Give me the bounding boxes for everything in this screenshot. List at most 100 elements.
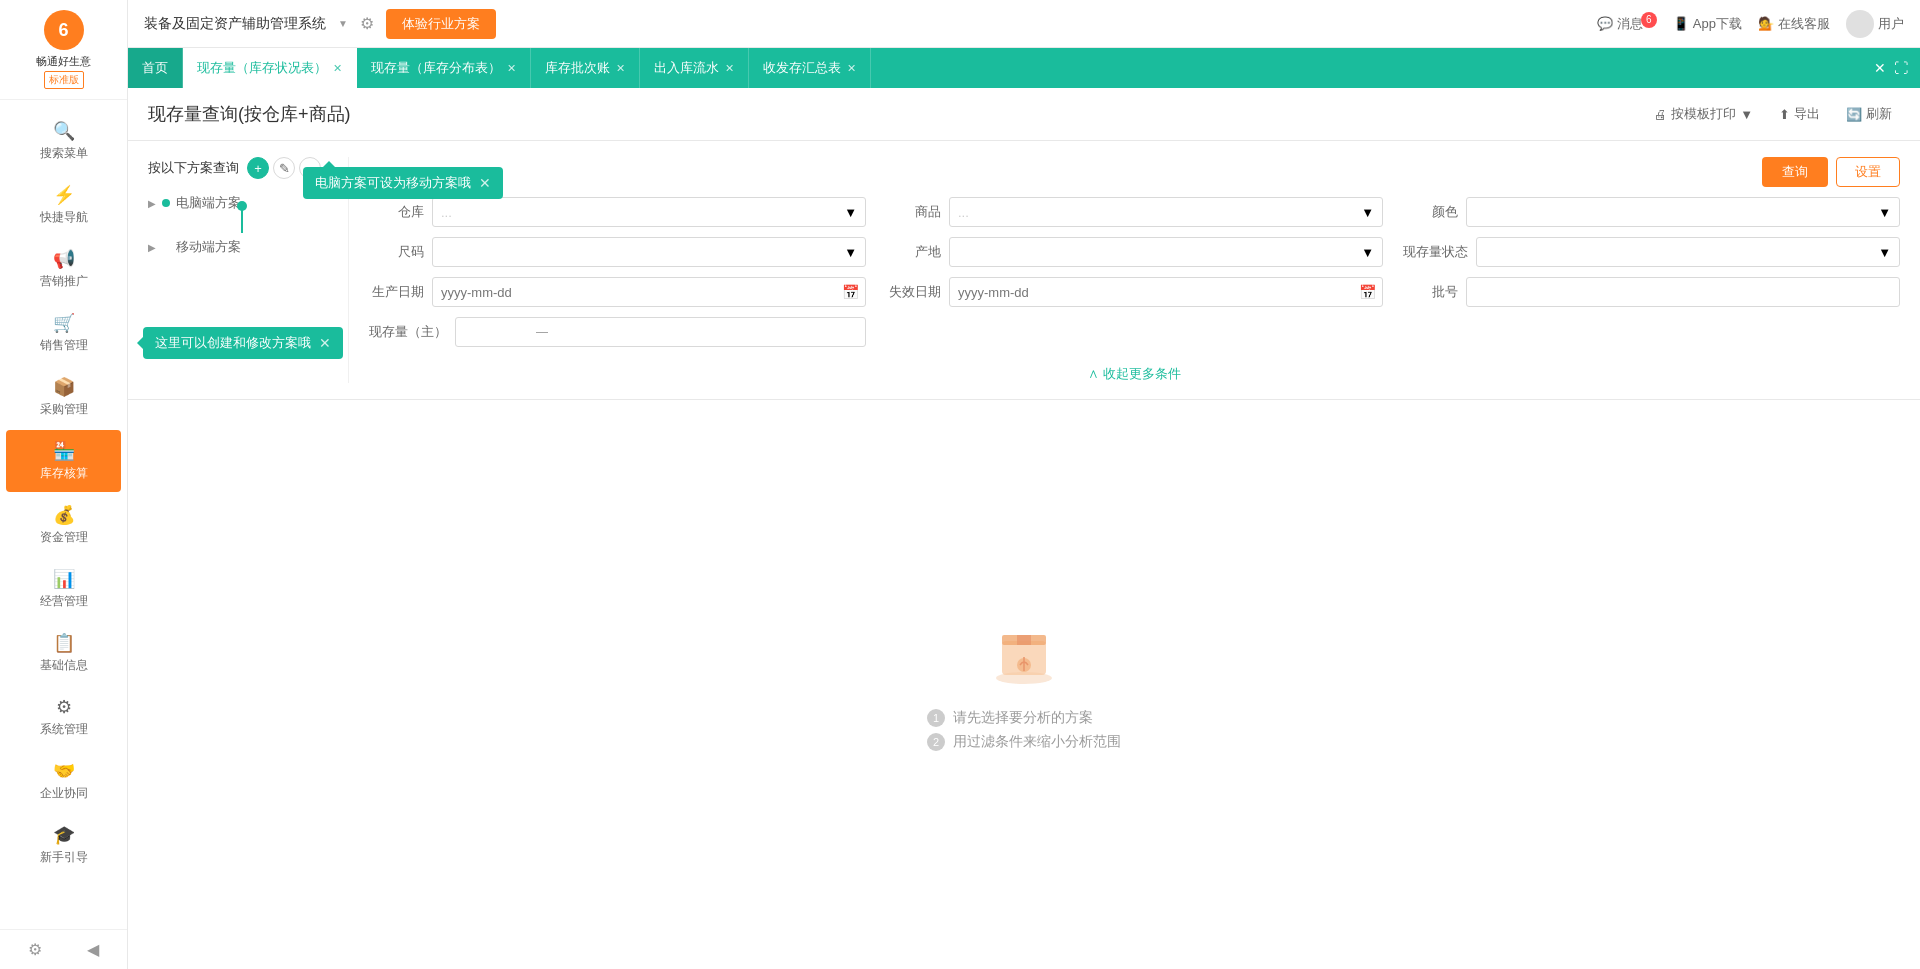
expire-date-input[interactable]: 📅 xyxy=(949,277,1383,307)
scheme-mobile-label: 移动端方案 xyxy=(176,238,241,256)
export-button[interactable]: ⬆ 导出 xyxy=(1771,100,1828,128)
message-icon: 💬 xyxy=(1597,16,1613,31)
tab-inout[interactable]: 出入库流水 ✕ xyxy=(640,48,749,88)
production-date-label: 生产日期 xyxy=(369,283,424,301)
warehouse-select[interactable]: ...▼ xyxy=(432,197,866,227)
refresh-label: 刷新 xyxy=(1866,105,1892,123)
tab-batch-close[interactable]: ✕ xyxy=(616,62,625,75)
tab-home[interactable]: 首页 xyxy=(128,48,183,88)
tab-inout-close[interactable]: ✕ xyxy=(725,62,734,75)
quantity-input[interactable]: — xyxy=(455,317,866,347)
tip-num-2: 2 xyxy=(927,733,945,751)
origin-label: 产地 xyxy=(886,243,941,261)
tooltip-1-close[interactable]: ✕ xyxy=(479,175,491,191)
tab-inventory-dist-close[interactable]: ✕ xyxy=(507,62,516,75)
tab-inventory-dist[interactable]: 现存量（库存分布表） ✕ xyxy=(357,48,531,88)
app-download-action[interactable]: 📱 App下载 xyxy=(1673,15,1742,33)
sidebar-item-system[interactable]: ⚙系统管理 xyxy=(6,686,121,748)
settings-icon[interactable]: ⚙ xyxy=(28,940,42,959)
refresh-button[interactable]: 🔄 刷新 xyxy=(1838,100,1900,128)
sidebar: 6 畅通好生意 标准版 🔍搜索菜单⚡快捷导航📢营销推广🛒销售管理📦采购管理🏪库存… xyxy=(0,0,128,969)
sidebar-item-enterprise[interactable]: 🤝企业协同 xyxy=(6,750,121,812)
empty-tip-1-text: 请先选择要分析的方案 xyxy=(953,709,1093,727)
filter-production-date: 生产日期 📅 xyxy=(369,277,866,307)
page-actions: 🖨 按模板打印 ▼ ⬆ 导出 🔄 刷新 xyxy=(1646,100,1900,128)
goods-select[interactable]: ...▼ xyxy=(949,197,1383,227)
quantity-min[interactable] xyxy=(456,318,536,346)
header-gear-icon[interactable]: ⚙ xyxy=(360,14,374,33)
sidebar-label-basic: 基础信息 xyxy=(40,657,88,674)
sidebar-item-purchase[interactable]: 📦采购管理 xyxy=(6,366,121,428)
sidebar-item-sales[interactable]: 🛒销售管理 xyxy=(6,302,121,364)
size-select[interactable]: ▼ xyxy=(432,237,866,267)
reset-button[interactable]: 设置 xyxy=(1836,157,1900,187)
user-action[interactable]: 用户 xyxy=(1846,10,1904,38)
collapse-button[interactable]: ∧ 收起更多条件 xyxy=(369,357,1900,383)
batch-input[interactable] xyxy=(1466,277,1900,307)
tab-inventory-status-close[interactable]: ✕ xyxy=(333,62,342,75)
sidebar-bottom: ⚙ ◀ xyxy=(0,929,127,969)
goods-label: 商品 xyxy=(886,203,941,221)
filter-area: 按以下方案查询 + ✎ ← ▶ 电脑端方案 xyxy=(128,141,1920,400)
system-name: 装备及固定资产辅助管理系统 xyxy=(144,15,326,33)
production-date-input[interactable]: 📅 xyxy=(432,277,866,307)
color-select[interactable]: ▼ xyxy=(1466,197,1900,227)
main-area: 装备及固定资产辅助管理系统 ▼ ⚙ 体验行业方案 💬 消息 6 📱 App下载 … xyxy=(128,0,1920,969)
edit-scheme-button[interactable]: ✎ xyxy=(273,157,295,179)
sidebar-item-search[interactable]: 🔍搜索菜单 xyxy=(6,110,121,172)
sidebar-item-quick[interactable]: ⚡快捷导航 xyxy=(6,174,121,236)
query-button[interactable]: 查询 xyxy=(1762,157,1828,187)
sidebar-item-inventory[interactable]: 🏪库存核算 xyxy=(6,430,121,492)
sidebar-icon-operation: 📊 xyxy=(53,568,75,590)
empty-tip-2: 2 用过滤条件来缩小分析范围 xyxy=(927,733,1121,751)
sidebar-label-finance: 资金管理 xyxy=(40,529,88,546)
tooltip-create-scheme: 这里可以创建和修改方案哦 ✕ xyxy=(143,327,343,359)
filter-goods: 商品 ...▼ xyxy=(886,197,1383,227)
tooltip-2-close[interactable]: ✕ xyxy=(319,335,331,351)
empty-tip-1: 1 请先选择要分析的方案 xyxy=(927,709,1121,727)
online-service-action[interactable]: 💁 在线客服 xyxy=(1758,15,1830,33)
expire-date-calendar-icon[interactable]: 📅 xyxy=(1353,284,1382,300)
tab-batch[interactable]: 库存批次账 ✕ xyxy=(531,48,640,88)
add-scheme-button[interactable]: + xyxy=(247,157,269,179)
tab-receive-close[interactable]: ✕ xyxy=(847,62,856,75)
tab-inout-label: 出入库流水 xyxy=(654,59,719,77)
quantity-max[interactable] xyxy=(548,318,628,346)
sidebar-item-operation[interactable]: 📊经营管理 xyxy=(6,558,121,620)
production-date-calendar-icon[interactable]: 📅 xyxy=(836,284,865,300)
inventory-status-select[interactable]: ▼ xyxy=(1476,237,1900,267)
filter-color: 颜色 ▼ xyxy=(1403,197,1900,227)
trial-button[interactable]: 体验行业方案 xyxy=(386,9,496,39)
refresh-icon: 🔄 xyxy=(1846,107,1862,122)
tab-batch-label: 库存批次账 xyxy=(545,59,610,77)
collapse-sidebar-icon[interactable]: ◀ xyxy=(87,940,99,959)
sidebar-icon-system: ⚙ xyxy=(56,696,72,718)
tab-inventory-status[interactable]: 现存量（库存状况表） ✕ xyxy=(183,48,357,88)
sidebar-item-basic[interactable]: 📋基础信息 xyxy=(6,622,121,684)
batch-label: 批号 xyxy=(1403,283,1458,301)
message-action[interactable]: 💬 消息 6 xyxy=(1597,15,1657,33)
empty-tips: 1 请先选择要分析的方案 2 用过滤条件来缩小分析范围 xyxy=(927,709,1121,757)
template-print-button[interactable]: 🖨 按模板打印 ▼ xyxy=(1646,100,1761,128)
origin-select[interactable]: ▼ xyxy=(949,237,1383,267)
template-print-icon: 🖨 xyxy=(1654,107,1667,122)
production-date-start[interactable] xyxy=(433,278,836,306)
tab-close-all-icon[interactable]: ✕ xyxy=(1874,60,1886,76)
tab-expand-icon[interactable]: ⛶ xyxy=(1894,60,1908,76)
scheme-desktop-label: 电脑端方案 xyxy=(176,194,241,212)
sidebar-icon-guide: 🎓 xyxy=(53,824,75,846)
scheme-item-mobile[interactable]: ▶ 移动端方案 xyxy=(148,235,348,259)
tab-receive[interactable]: 收发存汇总表 ✕ xyxy=(749,48,871,88)
tab-inventory-status-label: 现存量（库存状况表） xyxy=(197,59,327,77)
color-label: 颜色 xyxy=(1403,203,1458,221)
sidebar-item-guide[interactable]: 🎓 新手引导 xyxy=(6,814,121,876)
sidebar-item-finance[interactable]: 💰资金管理 xyxy=(6,494,121,556)
header-left: 装备及固定资产辅助管理系统 ▼ ⚙ 体验行业方案 xyxy=(144,9,496,39)
system-dropdown-icon[interactable]: ▼ xyxy=(338,18,348,29)
sidebar-label-guide: 新手引导 xyxy=(40,849,88,866)
sidebar-item-marketing[interactable]: 📢营销推广 xyxy=(6,238,121,300)
logo-icon: 6 xyxy=(44,10,84,50)
tip-num-1: 1 xyxy=(927,709,945,727)
filter-inventory-status: 现存量状态 ▼ xyxy=(1403,237,1900,267)
expire-date-start[interactable] xyxy=(950,278,1353,306)
